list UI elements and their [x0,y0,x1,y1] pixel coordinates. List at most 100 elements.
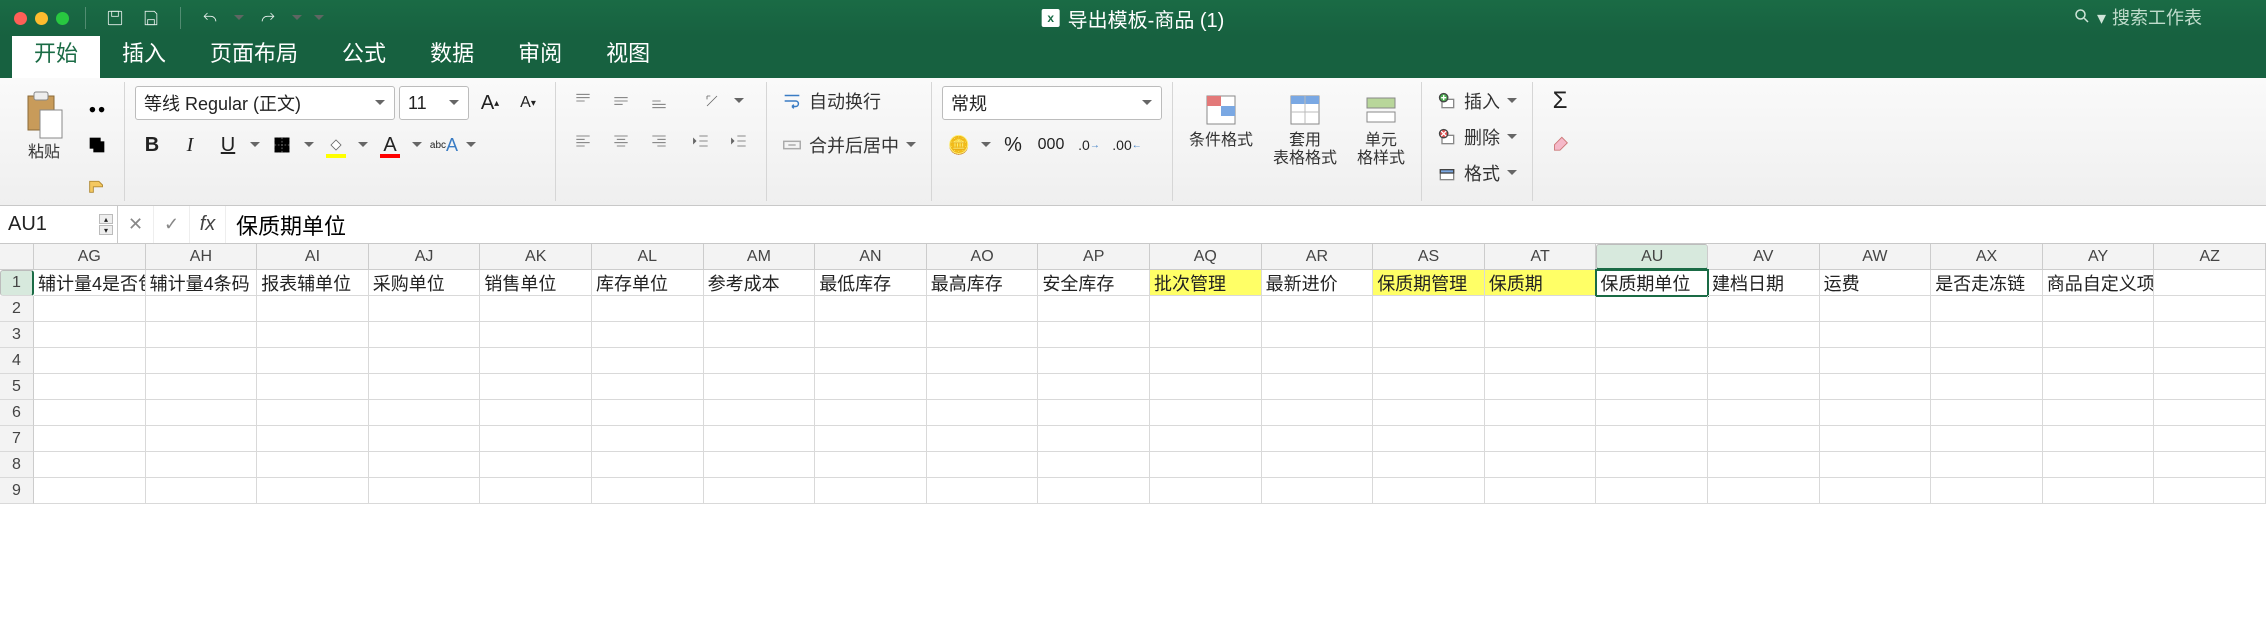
bold-button[interactable]: B [135,130,169,160]
col-header-AP[interactable]: AP [1038,244,1150,270]
row-header-4[interactable]: 4 [0,348,34,374]
cell-AP3[interactable] [1038,322,1150,348]
align-middle-button[interactable] [604,86,638,116]
orientation-button[interactable] [695,86,729,116]
borders-dropdown[interactable] [303,139,315,151]
cell-AV6[interactable] [1708,400,1820,426]
cell-AZ1[interactable] [2154,270,2266,296]
cell-AJ6[interactable] [369,400,481,426]
cell-AJ3[interactable] [369,322,481,348]
cell-AP1[interactable]: 安全库存 [1038,270,1150,296]
conditional-format-button[interactable]: 条件格式 [1183,86,1259,154]
format-cells-button[interactable]: 格式 [1432,158,1522,188]
cell-AR6[interactable] [1262,400,1374,426]
col-header-AQ[interactable]: AQ [1150,244,1262,270]
cell-AL9[interactable] [592,478,704,504]
delete-cells-button[interactable]: 删除 [1432,122,1522,152]
col-header-AK[interactable]: AK [480,244,592,270]
cell-AU5[interactable] [1596,374,1708,400]
cell-AW6[interactable] [1820,400,1932,426]
cell-AN5[interactable] [815,374,927,400]
col-header-AZ[interactable]: AZ [2154,244,2266,270]
col-header-AN[interactable]: AN [815,244,927,270]
cell-AL8[interactable] [592,452,704,478]
undo-icon[interactable] [197,5,223,31]
cell-AK5[interactable] [480,374,592,400]
cell-AL2[interactable] [592,296,704,322]
cell-AW2[interactable] [1820,296,1932,322]
cell-AU2[interactable] [1596,296,1708,322]
cut-button[interactable] [80,90,114,120]
cell-AW9[interactable] [1820,478,1932,504]
cell-AV1[interactable]: 建档日期 [1708,270,1820,296]
cell-AP6[interactable] [1038,400,1150,426]
undo-dropdown[interactable] [233,12,245,24]
cell-AT6[interactable] [1485,400,1597,426]
cell-AQ8[interactable] [1150,452,1262,478]
cell-AT7[interactable] [1485,426,1597,452]
cell-AN7[interactable] [815,426,927,452]
formula-input[interactable] [226,206,2266,243]
cell-AO7[interactable] [927,426,1039,452]
cell-AM5[interactable] [704,374,816,400]
cell-AW3[interactable] [1820,322,1932,348]
cell-AJ7[interactable] [369,426,481,452]
cell-AK8[interactable] [480,452,592,478]
cell-AM1[interactable]: 参考成本 [704,270,816,296]
cell-AH3[interactable] [146,322,258,348]
increase-font-button[interactable]: A▴ [473,88,507,118]
italic-button[interactable]: I [173,130,207,160]
align-top-button[interactable] [566,86,600,116]
cell-AM4[interactable] [704,348,816,374]
wrap-text-button[interactable]: 自动换行 [777,86,885,116]
cell-AZ3[interactable] [2154,322,2266,348]
cell-AL5[interactable] [592,374,704,400]
cell-AH7[interactable] [146,426,258,452]
cell-AX1[interactable]: 是否走冻链 [1931,270,2043,296]
col-header-AU[interactable]: AU [1596,244,1708,270]
cell-AZ8[interactable] [2154,452,2266,478]
cell-AQ4[interactable] [1150,348,1262,374]
cell-AU4[interactable] [1596,348,1708,374]
cell-AS6[interactable] [1373,400,1485,426]
col-header-AM[interactable]: AM [704,244,816,270]
fill-color-button[interactable] [319,130,353,160]
save-icon[interactable] [138,5,164,31]
cell-AV5[interactable] [1708,374,1820,400]
cell-AG3[interactable] [34,322,146,348]
cell-AX8[interactable] [1931,452,2043,478]
cell-AO1[interactable]: 最高库存 [927,270,1039,296]
orientation-dropdown[interactable] [733,95,745,107]
table-format-button[interactable]: 套用 表格格式 [1267,86,1343,173]
percent-button[interactable]: % [996,130,1030,160]
cell-AI7[interactable] [257,426,369,452]
cell-AG9[interactable] [34,478,146,504]
cell-AS2[interactable] [1373,296,1485,322]
spreadsheet-grid[interactable]: AGAHAIAJAKALAMANAOAPAQARASATAUAVAWAXAYAZ… [0,244,2266,504]
cell-AP7[interactable] [1038,426,1150,452]
fill-color-dropdown[interactable] [357,139,369,151]
cell-AK2[interactable] [480,296,592,322]
insert-cells-button[interactable]: 插入 [1432,86,1522,116]
autosum-button[interactable]: Σ [1543,86,1577,116]
align-center-button[interactable] [604,126,638,156]
cell-AH4[interactable] [146,348,258,374]
cell-AZ2[interactable] [2154,296,2266,322]
cell-AY2[interactable] [2043,296,2155,322]
currency-button[interactable]: 🪙 [942,130,976,160]
row-header-8[interactable]: 8 [0,452,34,478]
col-header-AO[interactable]: AO [927,244,1039,270]
search-icon[interactable] [2073,7,2091,30]
cell-AK7[interactable] [480,426,592,452]
borders-button[interactable] [265,130,299,160]
paste-button[interactable]: 粘贴 [16,86,72,166]
autosave-icon[interactable] [102,5,128,31]
cell-AY4[interactable] [2043,348,2155,374]
cell-AY5[interactable] [2043,374,2155,400]
cell-AO4[interactable] [927,348,1039,374]
cell-AV4[interactable] [1708,348,1820,374]
cell-AU8[interactable] [1596,452,1708,478]
cell-AV7[interactable] [1708,426,1820,452]
cell-AZ5[interactable] [2154,374,2266,400]
copy-button[interactable] [80,130,114,160]
